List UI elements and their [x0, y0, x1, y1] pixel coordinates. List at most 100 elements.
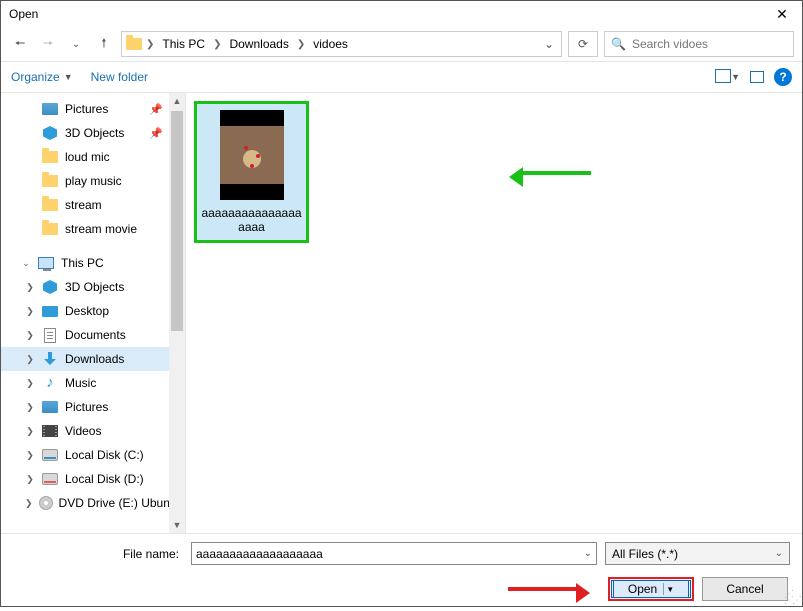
tree-item[interactable]: 3D Objects📌: [1, 121, 169, 145]
expand-icon: ❯: [25, 378, 35, 389]
chevron-down-icon: ▼: [666, 585, 674, 594]
main-area: Pictures 📌 3D Objects📌loud mic play music st…: [1, 93, 802, 533]
3d-objects-icon: [41, 125, 59, 141]
recent-dropdown[interactable]: ⌄: [65, 33, 87, 55]
tree-item[interactable]: ❯ ♪ Music: [1, 371, 169, 395]
chevron-down-icon: ⌄: [775, 548, 783, 559]
dvd-icon: [39, 495, 53, 511]
tree-item-label: Videos: [65, 424, 101, 438]
crumb-vidoes[interactable]: vidoes: [309, 35, 352, 53]
tree-item[interactable]: ❯ 3D Objects: [1, 275, 169, 299]
organize-label: Organize: [11, 70, 60, 84]
file-list[interactable]: aaaaaaaaaaaaaaaaaaa: [186, 93, 802, 533]
annotation-arrow-green: [521, 171, 591, 175]
tree-item[interactable]: ❯Pictures: [1, 395, 169, 419]
file-item-selected[interactable]: aaaaaaaaaaaaaaaaaaa: [194, 101, 309, 243]
tree-item[interactable]: ❯Downloads: [1, 347, 169, 371]
scroll-up-icon[interactable]: ▲: [169, 93, 185, 109]
footer: File name: aaaaaaaaaaaaaaaaaaa ⌄ All Fil…: [1, 533, 802, 611]
tree-item-label: Music: [65, 376, 96, 390]
tree-item-label: This PC: [61, 256, 104, 270]
filetype-value: All Files (*.*): [612, 547, 678, 561]
tree-item-label: Documents: [65, 328, 126, 342]
tree-item[interactable]: ⌄This PC: [1, 251, 169, 275]
folder-icon: [124, 34, 144, 54]
sidebar: Pictures 📌 3D Objects📌loud mic play music st…: [1, 93, 186, 533]
new-folder-button[interactable]: New folder: [91, 70, 148, 84]
up-button[interactable]: 🠕: [93, 33, 115, 55]
pictures-icon: [41, 399, 59, 415]
tree-item-label: play music: [65, 174, 122, 188]
tree-item[interactable]: ❯DVD Drive (E:) Ubuntu: [1, 491, 169, 515]
3d-objects-icon: [41, 279, 59, 295]
refresh-button[interactable]: ⟳: [568, 31, 598, 57]
open-button-label: Open: [628, 582, 657, 596]
pin-icon: 📌: [149, 103, 163, 116]
tree-item[interactable]: loud mic: [1, 145, 169, 169]
expand-icon: ❯: [25, 282, 35, 293]
search-icon: 🔍: [611, 37, 626, 51]
tree-item[interactable]: ❯Local Disk (D:): [1, 467, 169, 491]
resize-grip[interactable]: ⋰⋰⋰: [784, 592, 800, 604]
chevron-down-icon[interactable]: ⌄: [584, 548, 592, 559]
folder-icon: [41, 197, 59, 213]
this-pc-icon: [37, 255, 55, 271]
tree-item[interactable]: play music: [1, 169, 169, 193]
disk-icon: [41, 471, 59, 487]
tree-item[interactable]: stream: [1, 193, 169, 217]
close-button[interactable]: ✕: [762, 1, 802, 27]
window-title: Open: [9, 7, 38, 21]
disk-icon: [41, 447, 59, 463]
tree-item[interactable]: ❯ Desktop: [1, 299, 169, 323]
tree-item-label: DVD Drive (E:) Ubuntu: [59, 496, 180, 510]
tree-item[interactable]: ❯ Videos: [1, 419, 169, 443]
tree-item-label: stream: [65, 198, 102, 212]
tree-item[interactable]: ❯Local Disk (C:): [1, 443, 169, 467]
expand-icon: ❯: [25, 426, 35, 437]
chevron-down-icon: ▼: [731, 72, 740, 82]
folder-icon: [41, 173, 59, 189]
chevron-right-icon: ❯: [211, 39, 223, 50]
tree-item-label: Pictures: [65, 102, 108, 116]
tree-item-label: Desktop: [65, 304, 109, 318]
sidebar-scrollbar[interactable]: ▲ ▼: [169, 93, 185, 533]
annotation-arrow-red: [508, 587, 578, 591]
forward-button[interactable]: 🠖: [37, 33, 59, 55]
tree-item-label: 3D Objects: [65, 126, 124, 140]
scroll-thumb[interactable]: [171, 111, 183, 331]
crumb-this-pc[interactable]: This PC: [158, 35, 209, 53]
scroll-down-icon[interactable]: ▼: [169, 517, 185, 533]
chevron-down-icon: ▼: [64, 72, 73, 82]
thumbnails-icon: [715, 71, 729, 83]
cancel-button[interactable]: Cancel: [702, 577, 788, 601]
filename-label: File name:: [13, 547, 183, 561]
crumb-downloads[interactable]: Downloads: [225, 35, 292, 53]
music-icon: ♪: [41, 375, 59, 391]
expand-icon: ❯: [25, 498, 33, 509]
open-button[interactable]: Open ▼: [608, 577, 694, 601]
downloads-icon: [41, 351, 59, 367]
tree-item-label: 3D Objects: [65, 280, 124, 294]
chevron-right-icon: ❯: [295, 39, 307, 50]
address-dropdown[interactable]: ⌄: [539, 37, 559, 51]
tree-item-label: Downloads: [65, 352, 124, 366]
search-box[interactable]: 🔍 Search vidoes: [604, 31, 794, 57]
back-button[interactable]: 🠔: [9, 33, 31, 55]
tree-item[interactable]: stream movie: [1, 217, 169, 241]
toolbar: Organize ▼ New folder ▼ ?: [1, 61, 802, 93]
titlebar: Open ✕: [1, 1, 802, 27]
help-button[interactable]: ?: [774, 68, 792, 86]
preview-pane-button[interactable]: [750, 71, 764, 83]
filetype-select[interactable]: All Files (*.*) ⌄: [605, 542, 790, 565]
expand-icon: ❯: [25, 306, 35, 317]
filename-input[interactable]: aaaaaaaaaaaaaaaaaaa ⌄: [191, 542, 597, 565]
view-mode-button[interactable]: ▼: [715, 71, 740, 83]
address-bar[interactable]: ❯ This PC ❯ Downloads ❯ vidoes ⌄: [121, 31, 562, 57]
tree-item[interactable]: Pictures 📌: [1, 97, 169, 121]
organize-menu[interactable]: Organize ▼: [11, 70, 73, 84]
videos-icon: [41, 423, 59, 439]
tree-item[interactable]: ❯Documents: [1, 323, 169, 347]
documents-icon: [41, 327, 59, 343]
tree-item-label: Local Disk (D:): [65, 472, 144, 486]
expand-icon: ❯: [25, 450, 35, 461]
